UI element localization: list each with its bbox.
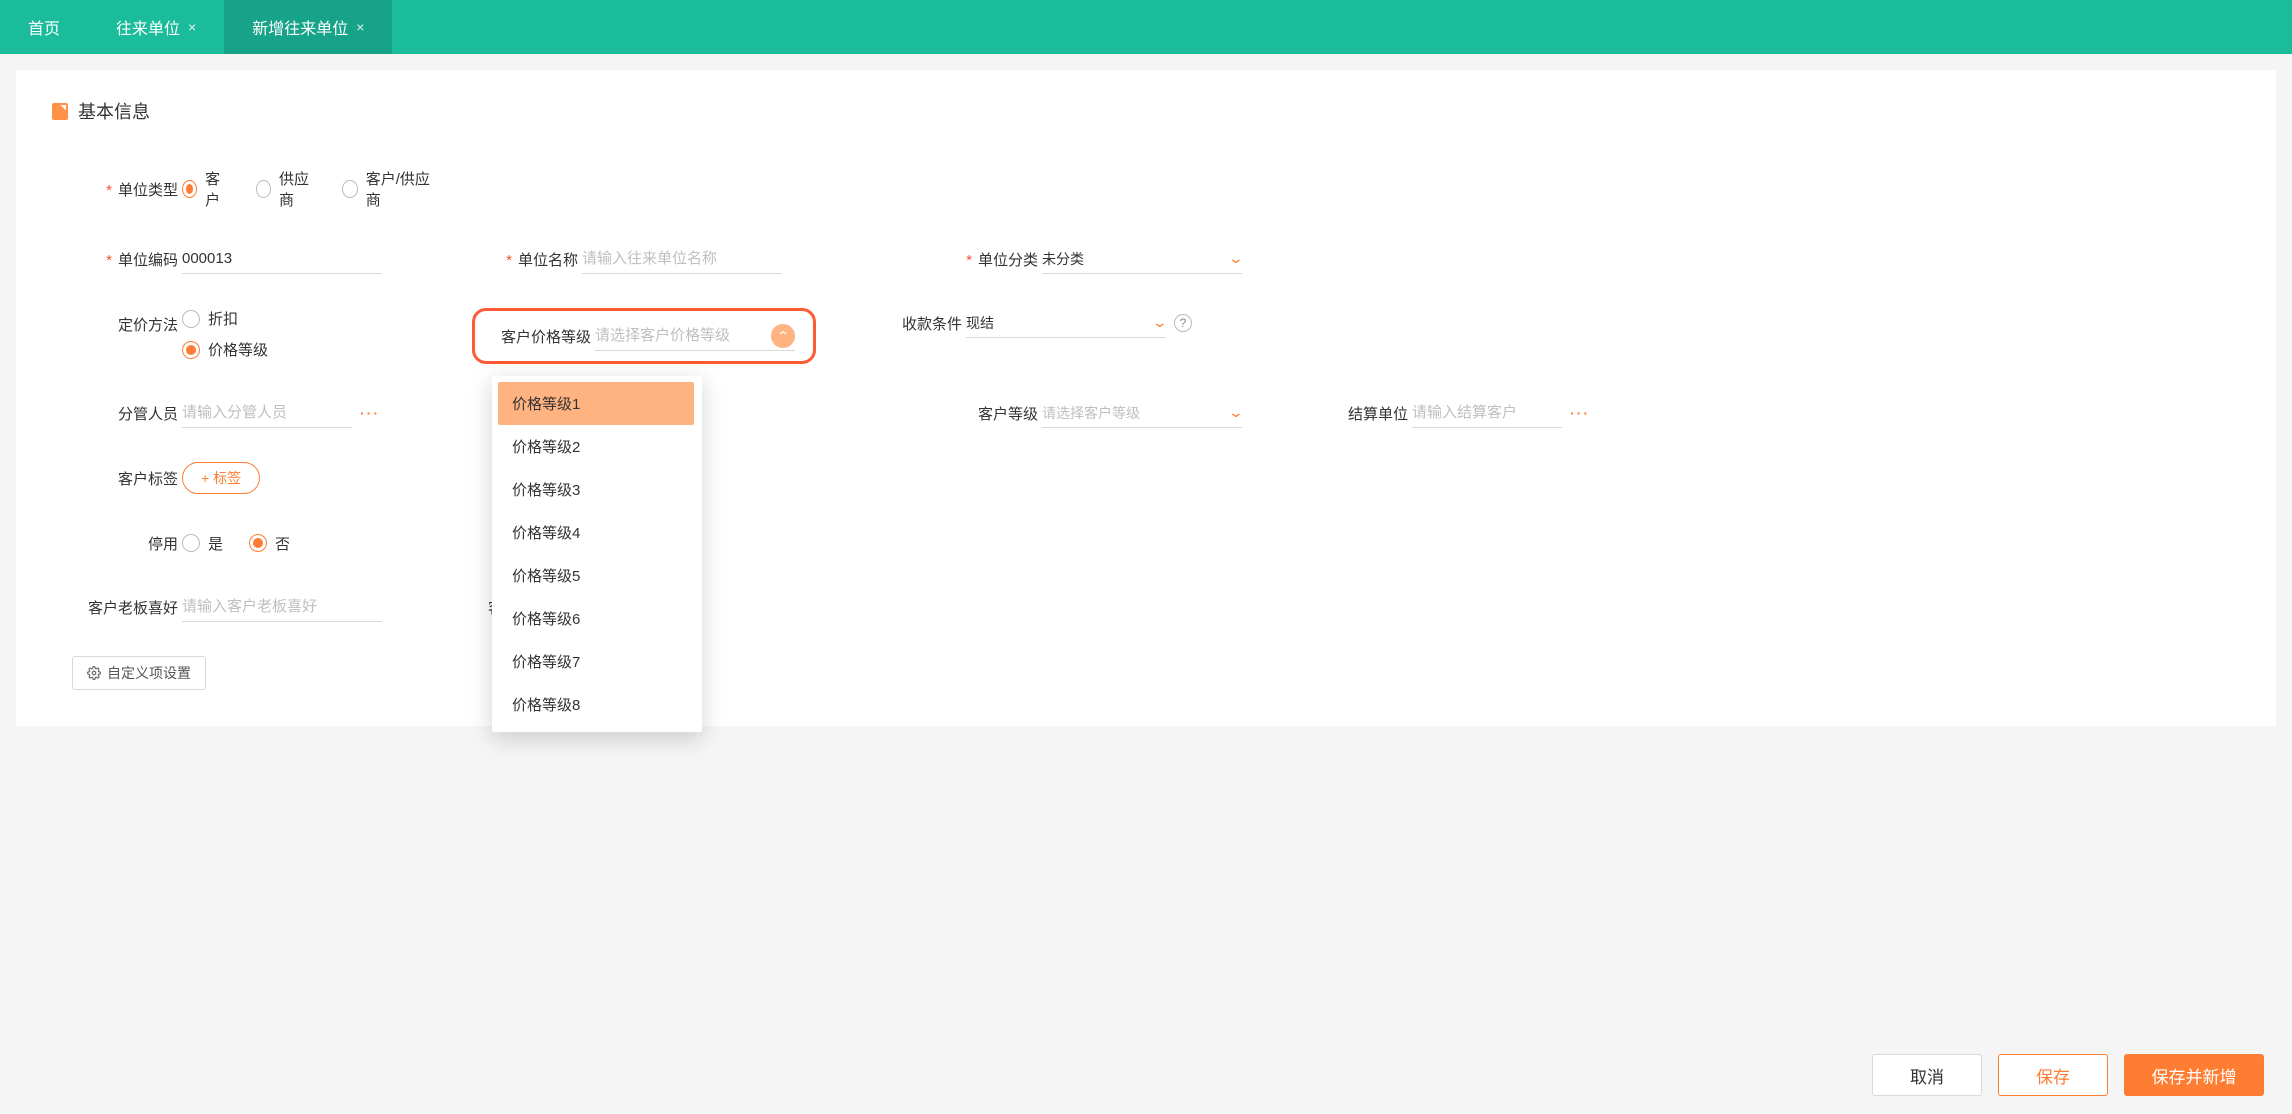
tab-new-contact[interactable]: 新增往来单位 × [224,0,392,54]
dropdown-item[interactable]: 价格等级8 [498,683,694,726]
section-icon [52,103,68,120]
label-staff: 分管人员 [72,403,182,424]
radio-group-unit-type: 客户 供应商 客户/供应商 [182,168,432,210]
row-hobby-phone: 客户老板喜好 客户联系电话 [72,592,2240,622]
label-customer-level: 客户等级 [932,403,1042,424]
section-title: 基本信息 [52,98,2240,124]
more-icon[interactable]: ··· [360,405,380,421]
radio-no[interactable]: 否 [249,533,290,554]
gear-icon [87,666,101,680]
tab-home-label: 首页 [28,15,60,39]
customer-price-level-field: 客户价格等级 ⌃ [472,308,816,364]
tab-contacts[interactable]: 往来单位 × [88,0,224,54]
boss-hobby-input[interactable] [182,592,382,622]
dropdown-item[interactable]: 价格等级5 [498,554,694,597]
cancel-button[interactable]: 取消 [1872,1054,1982,1096]
radio-price-level[interactable]: 价格等级 [182,339,268,360]
close-icon[interactable]: × [356,19,364,35]
price-level-input[interactable] [595,327,755,344]
radio-both[interactable]: 客户/供应商 [342,168,432,210]
label-disabled: 停用 [72,533,182,554]
dropdown-scroll[interactable]: 价格等级1 价格等级2 价格等级3 价格等级4 价格等级5 价格等级6 价格等级… [498,382,696,726]
custom-settings-button[interactable]: 自定义项设置 [72,656,206,690]
save-and-new-button[interactable]: 保存并新增 [2124,1054,2264,1096]
customer-level-select[interactable]: 请选择客户等级⌄ [1042,398,1242,428]
tabs-bar: 首页 往来单位 × 新增往来单位 × [0,0,2292,54]
label-unit-type: *单位类型 [72,179,182,200]
radio-yes[interactable]: 是 [182,533,223,554]
unit-category-select[interactable]: 未分类⌄ [1042,244,1242,274]
dropdown-item[interactable]: 价格等级6 [498,597,694,640]
form-panel: 基本信息 *单位类型 客户 供应商 客户/供应商 *单位编码 000013 *单… [16,70,2276,726]
chevron-down-icon: ⌄ [1152,314,1168,331]
label-payment-terms: 收款条件 [856,313,966,334]
chevron-up-icon[interactable]: ⌃ [771,324,795,348]
unit-code-input[interactable]: 000013 [182,244,382,274]
dropdown-item[interactable]: 价格等级2 [498,425,694,468]
row-unit-type: *单位类型 客户 供应商 客户/供应商 [72,168,2240,210]
more-icon[interactable]: ··· [1570,405,1590,421]
form: *单位类型 客户 供应商 客户/供应商 *单位编码 000013 *单位名称 *… [52,168,2240,690]
tab-home[interactable]: 首页 [0,0,88,54]
label-unit-category: *单位分类 [932,249,1042,270]
chevron-down-icon: ⌄ [1228,250,1244,267]
unit-name-input[interactable] [582,244,782,274]
close-icon[interactable]: × [188,19,196,35]
label-customer-tag: 客户标签 [72,468,182,489]
price-level-dropdown: 价格等级1 价格等级2 价格等级3 价格等级4 价格等级5 价格等级6 价格等级… [492,376,702,732]
staff-input[interactable] [182,398,352,428]
settlement-unit-input[interactable] [1412,398,1562,428]
payment-terms-select[interactable]: 现结⌄ [966,308,1166,338]
radio-group-disabled: 是 否 [182,533,290,554]
save-button[interactable]: 保存 [1998,1054,2108,1096]
footer-actions: 取消 保存 保存并新增 [1844,1036,2292,1114]
label-settlement-unit: 结算单位 [1332,403,1412,424]
row-custom-settings: 自定义项设置 [72,656,2240,690]
radio-supplier[interactable]: 供应商 [256,168,317,210]
custom-settings-label: 自定义项设置 [107,663,191,683]
row-customer-tag: 客户标签 + 标签 [72,462,2240,494]
dropdown-item[interactable]: 价格等级4 [498,511,694,554]
row-pricing: 定价方法 折扣 价格等级 客户价格等级 ⌃ 收款条件 现结⌄ ? [72,308,2240,364]
row-staff-dept: 分管人员 ··· 分管部门 客户等级 请选择客户等级⌄ 结算单位 ··· [72,398,2240,428]
chevron-down-icon: ⌄ [1228,404,1244,421]
add-tag-button[interactable]: + 标签 [182,462,260,494]
tab-contacts-label: 往来单位 [116,15,180,39]
radio-group-pricing: 折扣 价格等级 [182,308,268,360]
radio-discount[interactable]: 折扣 [182,308,238,329]
help-icon[interactable]: ? [1174,314,1192,332]
row-disabled-remark: 停用 是 否 备注 [72,528,2240,558]
dropdown-item[interactable]: 价格等级7 [498,640,694,683]
label-boss-hobby: 客户老板喜好 [72,597,182,618]
section-title-text: 基本信息 [78,98,150,124]
row-code-name-category: *单位编码 000013 *单位名称 *单位分类 未分类⌄ [72,244,2240,274]
label-unit-name: *单位名称 [472,249,582,270]
dropdown-item[interactable]: 价格等级3 [498,468,694,511]
label-pricing-method: 定价方法 [72,308,182,335]
label-unit-code: *单位编码 [72,249,182,270]
label-price-level: 客户价格等级 [485,326,595,347]
radio-customer[interactable]: 客户 [182,168,230,210]
dropdown-item[interactable]: 价格等级1 [498,382,694,425]
tab-new-contact-label: 新增往来单位 [252,15,348,39]
